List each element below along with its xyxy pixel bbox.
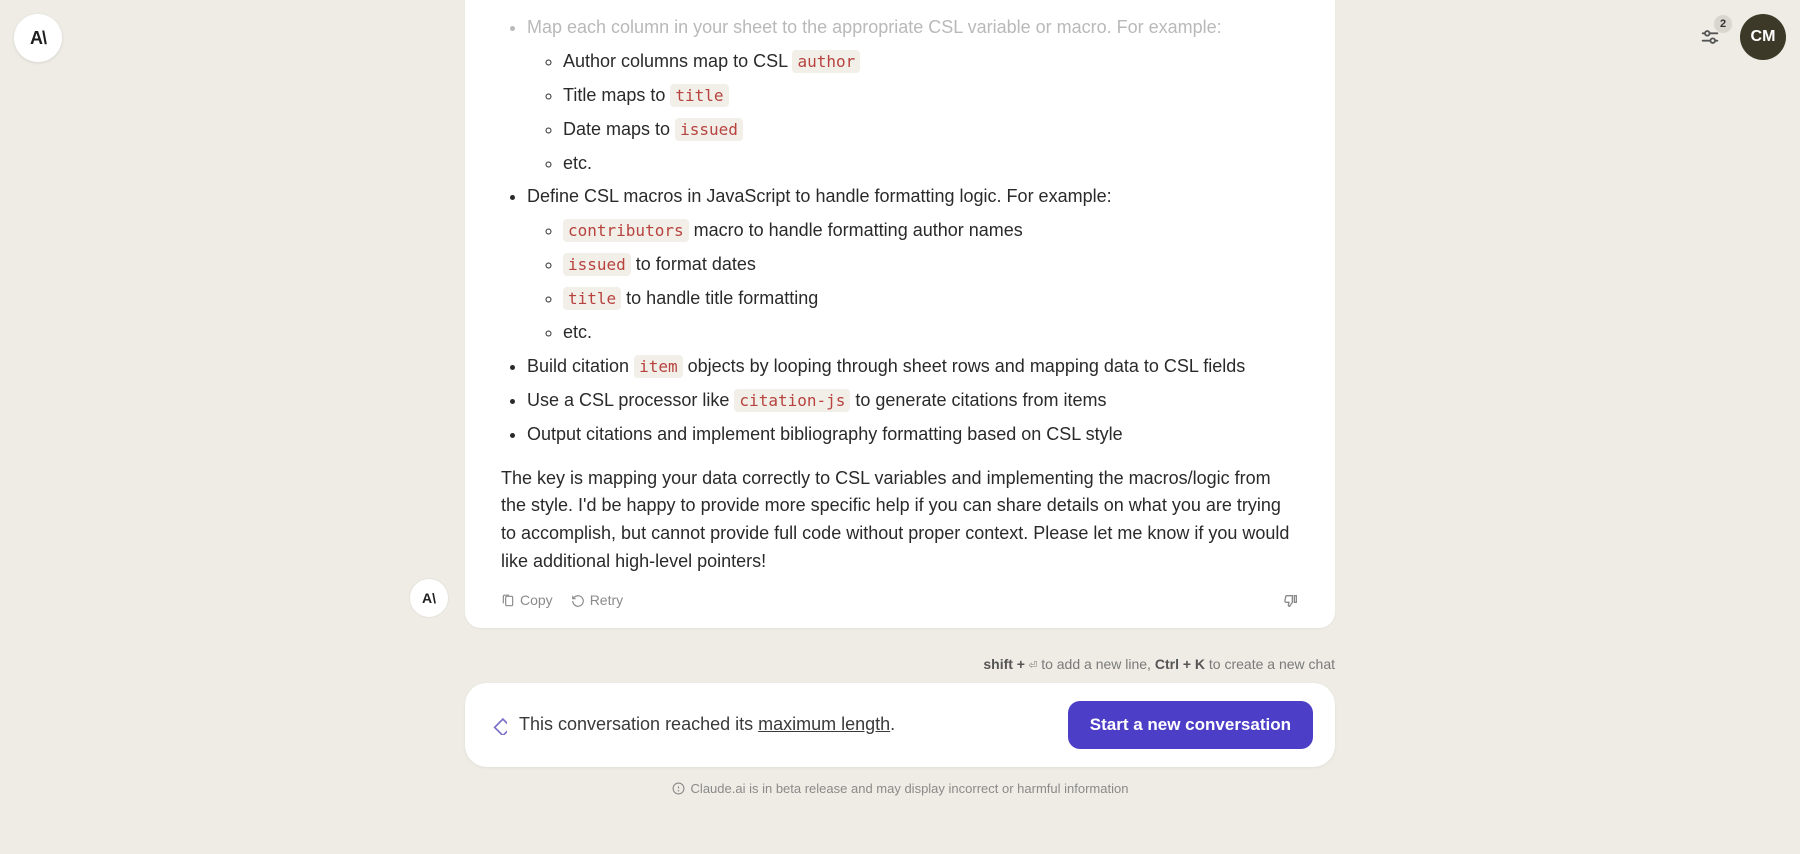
assistant-message-card: Map each column in your sheet to the app… <box>465 0 1335 628</box>
main-scroll-area[interactable]: A\ Map each column in your sheet to the … <box>0 0 1800 854</box>
input-hint: shift + ⏎ to add a new line, Ctrl + K to… <box>465 656 1335 673</box>
info-icon <box>672 782 685 795</box>
clipboard-icon <box>501 594 515 608</box>
beta-notice: Claude.ai is in beta release and may dis… <box>672 781 1129 796</box>
text: Build citation <box>527 356 634 376</box>
copy-label: Copy <box>520 590 553 612</box>
text: Date maps to <box>563 119 675 139</box>
list-item: Map each column in your sheet to the app… <box>527 14 1299 177</box>
start-new-conversation-button[interactable]: Start a new conversation <box>1068 701 1313 749</box>
inline-code: item <box>634 355 683 378</box>
hint-shift: shift + <box>983 656 1029 672</box>
list-item: contributors macro to handle formatting … <box>563 217 1299 245</box>
thumbs-down-icon <box>1283 593 1299 609</box>
text: to generate citations from items <box>850 390 1106 410</box>
list-item: Author columns map to CSL author <box>563 48 1299 76</box>
text: Title maps to <box>563 85 670 105</box>
inline-code: title <box>563 287 621 310</box>
text: objects by looping through sheet rows an… <box>683 356 1246 376</box>
list-item: Define CSL macros in JavaScript to handl… <box>527 183 1299 346</box>
message-actions-left: Copy Retry <box>501 590 623 612</box>
list-item: Title maps to title <box>563 82 1299 110</box>
hint-text: to create a new chat <box>1205 656 1335 672</box>
limit-text-post: . <box>890 714 895 734</box>
inline-code: author <box>792 50 860 73</box>
assistant-message-row: A\ Map each column in your sheet to the … <box>465 0 1335 628</box>
text: to format dates <box>631 254 756 274</box>
inline-code: issued <box>563 253 631 276</box>
conversation-limit-bar: This conversation reached its maximum le… <box>465 683 1335 767</box>
list-item: etc. <box>563 319 1299 347</box>
inline-code: citation-js <box>734 389 850 412</box>
text: to handle title formatting <box>621 288 818 308</box>
inline-code: issued <box>675 118 743 141</box>
list-item: title to handle title formatting <box>563 285 1299 313</box>
list-item: issued to format dates <box>563 251 1299 279</box>
message-list: Map each column in your sheet to the app… <box>501 14 1299 449</box>
text: macro to handle formatting author names <box>689 220 1023 240</box>
list-item: Date maps to issued <box>563 116 1299 144</box>
list-item: Build citation item objects by looping t… <box>527 353 1299 381</box>
inline-code: contributors <box>563 219 689 242</box>
copy-button[interactable]: Copy <box>501 590 553 612</box>
hint-ctrlk: Ctrl + K <box>1155 656 1205 672</box>
retry-label: Retry <box>590 590 623 612</box>
text: Author columns map to CSL <box>563 51 792 71</box>
inline-code: title <box>670 84 728 107</box>
thumbs-down-button[interactable] <box>1283 593 1299 609</box>
hint-text: to add a new line, <box>1037 656 1155 672</box>
list-item: etc. <box>563 150 1299 178</box>
closing-paragraph: The key is mapping your data correctly t… <box>501 465 1299 577</box>
assistant-avatar: A\ <box>409 578 449 618</box>
text: Map each column in your sheet to the app… <box>527 17 1222 37</box>
beta-text: Claude.ai is in beta release and may dis… <box>691 781 1129 796</box>
limit-text-pre: This conversation reached its <box>519 714 758 734</box>
list-item: Use a CSL processor like citation-js to … <box>527 387 1299 415</box>
retry-icon <box>571 594 585 608</box>
diamond-info-icon <box>487 715 507 735</box>
text: Use a CSL processor like <box>527 390 734 410</box>
message-actions: Copy Retry <box>501 590 1299 612</box>
retry-button[interactable]: Retry <box>571 590 623 612</box>
list-item: Output citations and implement bibliogra… <box>527 421 1299 449</box>
maximum-length-link[interactable]: maximum length <box>758 714 890 734</box>
text: Define CSL macros in JavaScript to handl… <box>527 186 1112 206</box>
limit-message: This conversation reached its maximum le… <box>487 714 895 735</box>
